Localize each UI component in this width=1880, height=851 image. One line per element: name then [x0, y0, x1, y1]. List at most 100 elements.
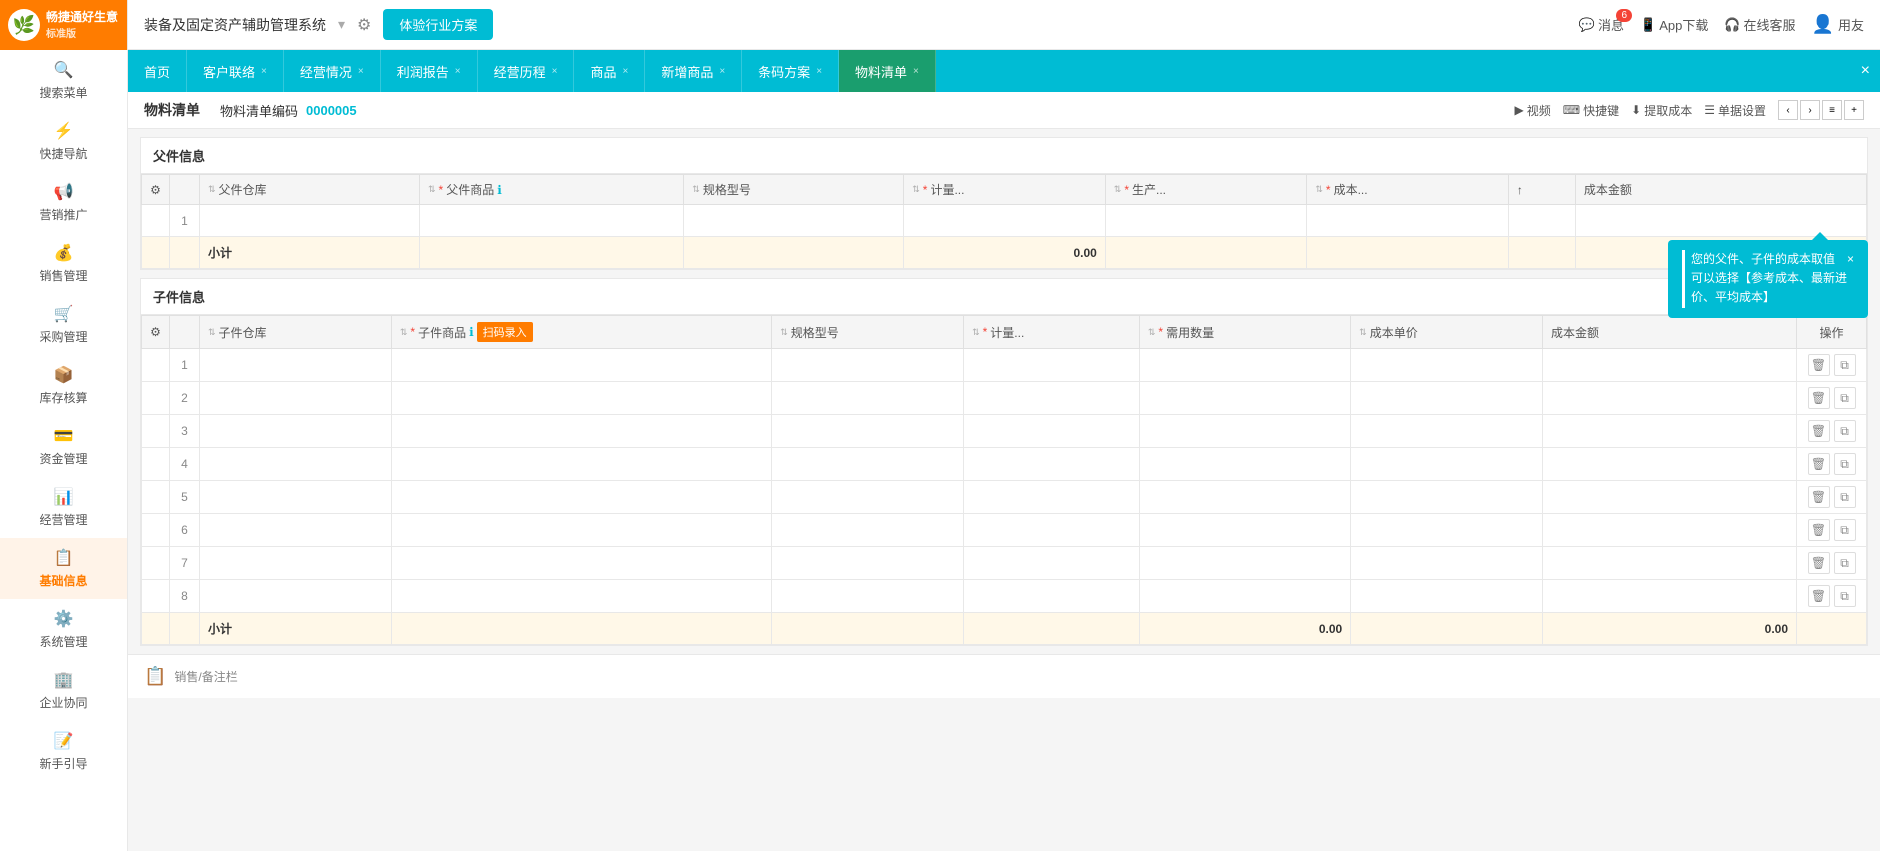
sort-icon[interactable]: ⇅	[1114, 184, 1122, 195]
parent-spec-cell[interactable]	[684, 205, 904, 237]
goods-info-icon[interactable]: ℹ	[497, 183, 502, 197]
copy-row-button[interactable]: ⧉	[1834, 354, 1856, 376]
child-row1-unit[interactable]	[964, 349, 1140, 382]
copy-row-button[interactable]: ⧉	[1834, 420, 1856, 442]
tab-operations[interactable]: 经营情况 ×	[284, 50, 381, 92]
tab-customers[interactable]: 客户联络 ×	[187, 50, 284, 92]
app-download-button[interactable]: 📱 App下载	[1640, 15, 1708, 34]
extract-cost-button[interactable]: ⬇ 提取成本	[1631, 102, 1692, 119]
sort-icon[interactable]: ⇅	[912, 184, 920, 195]
sort-icon[interactable]: ⇅	[1359, 327, 1367, 338]
close-tab-newgoods-icon[interactable]: ×	[719, 66, 725, 77]
sort-icon[interactable]: ⇅	[428, 184, 436, 195]
sort-icon[interactable]: ⇅	[208, 327, 216, 338]
tab-profit[interactable]: 利润报告 ×	[381, 50, 478, 92]
child-row2-warehouse[interactable]	[200, 382, 392, 415]
tab-bom[interactable]: 物料清单 ×	[839, 50, 936, 92]
child-row2-unit-cost[interactable]	[1351, 382, 1543, 415]
chart-icon: 📊	[54, 487, 74, 507]
sidebar-item-enterprise[interactable]: 🏢 企业协同	[0, 660, 127, 721]
close-tab-history-icon[interactable]: ×	[552, 66, 558, 77]
copy-row-button[interactable]: ⧉	[1834, 387, 1856, 409]
delete-row-button[interactable]: 🗑	[1808, 354, 1830, 376]
sidebar-item-search[interactable]: 🔍 搜索菜单	[0, 50, 127, 111]
child-row2-qty[interactable]	[1139, 382, 1350, 415]
sidebar-item-guide[interactable]: 📝 新手引导	[0, 721, 127, 782]
copy-row-button[interactable]: ⧉	[1834, 585, 1856, 607]
tab-barcode[interactable]: 条码方案 ×	[742, 50, 839, 92]
shortcut-button[interactable]: ⌨ 快捷键	[1563, 102, 1619, 119]
sort-icon[interactable]: ⇅	[692, 184, 700, 195]
gear-settings-icon[interactable]: ⚙	[357, 15, 371, 35]
parent-goods-cell[interactable]	[419, 205, 683, 237]
tooltip-close-button[interactable]: ×	[1847, 250, 1854, 269]
child-row2-spec[interactable]	[772, 382, 964, 415]
child-goods-info-icon[interactable]: ℹ	[469, 325, 474, 339]
trial-button[interactable]: 体验行业方案	[383, 9, 493, 40]
single-settings-button[interactable]: ☰ 单据设置	[1704, 102, 1766, 119]
close-all-tabs-button[interactable]: ×	[1851, 62, 1880, 80]
sort-icon[interactable]: ⇅	[208, 184, 216, 195]
child-row2-goods[interactable]	[391, 382, 771, 415]
delete-row-button[interactable]: 🗑	[1808, 453, 1830, 475]
child-row1-goods[interactable]	[391, 349, 771, 382]
sort-icon[interactable]: ⇅	[1148, 327, 1156, 338]
sort-icon[interactable]: ⇅	[780, 327, 788, 338]
parent-unit-cell[interactable]	[904, 205, 1106, 237]
close-tab-operations-icon[interactable]: ×	[358, 66, 364, 77]
delete-row-button[interactable]: 🗑	[1808, 420, 1830, 442]
child-row1-spec[interactable]	[772, 349, 964, 382]
parent-proddate-cell[interactable]	[1105, 205, 1307, 237]
delete-row-button[interactable]: 🗑	[1808, 552, 1830, 574]
copy-row-button[interactable]: ⧉	[1834, 552, 1856, 574]
close-tab-profit-icon[interactable]: ×	[455, 66, 461, 77]
child-row2-unit[interactable]	[964, 382, 1140, 415]
close-tab-goods-icon[interactable]: ×	[622, 66, 628, 77]
tab-newgoods[interactable]: 新增商品 ×	[645, 50, 742, 92]
sort-icon[interactable]: ⇅	[1315, 184, 1323, 195]
sidebar-item-system[interactable]: ⚙️ 系统管理	[0, 599, 127, 660]
copy-row-button[interactable]: ⧉	[1834, 486, 1856, 508]
prev-record-button[interactable]: ‹	[1778, 100, 1798, 120]
list-view-button[interactable]: ≡	[1822, 100, 1842, 120]
tab-goods[interactable]: 商品 ×	[574, 50, 645, 92]
close-tab-bom-icon[interactable]: ×	[913, 66, 919, 77]
sort-icon[interactable]: ⇅	[400, 327, 408, 338]
add-record-button[interactable]: +	[1844, 100, 1864, 120]
sidebar-item-basicinfo[interactable]: 📋 基础信息	[0, 538, 127, 599]
sidebar-item-sales[interactable]: 💰 销售管理	[0, 233, 127, 294]
parent-subtotal-c5	[1508, 237, 1575, 269]
tab-home[interactable]: 首页	[128, 50, 187, 92]
sidebar-item-purchase[interactable]: 🛒 采购管理	[0, 294, 127, 355]
delete-row-button[interactable]: 🗑	[1808, 486, 1830, 508]
tab-history[interactable]: 经营历程 ×	[478, 50, 575, 92]
delete-row-button[interactable]: 🗑	[1808, 387, 1830, 409]
card-icon: 💳	[54, 426, 74, 446]
delete-row-button[interactable]: 🗑	[1808, 585, 1830, 607]
copy-row-button[interactable]: ⧉	[1834, 519, 1856, 541]
dropdown-arrow-icon[interactable]: ▾	[338, 16, 345, 33]
child-settings-col-icon[interactable]: ⚙	[150, 325, 161, 339]
settings-col-icon[interactable]: ⚙	[150, 183, 161, 197]
sidebar-item-inventory[interactable]: 📦 库存核算	[0, 355, 127, 416]
sidebar-item-marketing[interactable]: 📢 营销推广	[0, 172, 127, 233]
notification-button[interactable]: 💬 消息 6	[1579, 15, 1624, 34]
sidebar-item-finance[interactable]: 💳 资金管理	[0, 416, 127, 477]
sidebar-item-quicknav[interactable]: ⚡ 快捷导航	[0, 111, 127, 172]
copy-row-button[interactable]: ⧉	[1834, 453, 1856, 475]
next-record-button[interactable]: ›	[1800, 100, 1820, 120]
child-row1-warehouse[interactable]	[200, 349, 392, 382]
close-tab-barcode-icon[interactable]: ×	[816, 66, 822, 77]
parent-cost-cell[interactable]	[1307, 205, 1509, 237]
scan-badge[interactable]: 扫码录入	[477, 322, 533, 342]
delete-row-button[interactable]: 🗑	[1808, 519, 1830, 541]
user-menu[interactable]: 👤 用友	[1812, 14, 1864, 35]
sort-icon[interactable]: ⇅	[972, 327, 980, 338]
parent-warehouse-cell[interactable]	[200, 205, 420, 237]
online-service-button[interactable]: 🎧 在线客服	[1724, 15, 1795, 34]
child-row1-unit-cost[interactable]	[1351, 349, 1543, 382]
close-tab-customers-icon[interactable]: ×	[261, 66, 267, 77]
child-row1-qty[interactable]	[1139, 349, 1350, 382]
video-button[interactable]: ▶ 视频	[1515, 102, 1551, 119]
sidebar-item-operations[interactable]: 📊 经营管理	[0, 477, 127, 538]
